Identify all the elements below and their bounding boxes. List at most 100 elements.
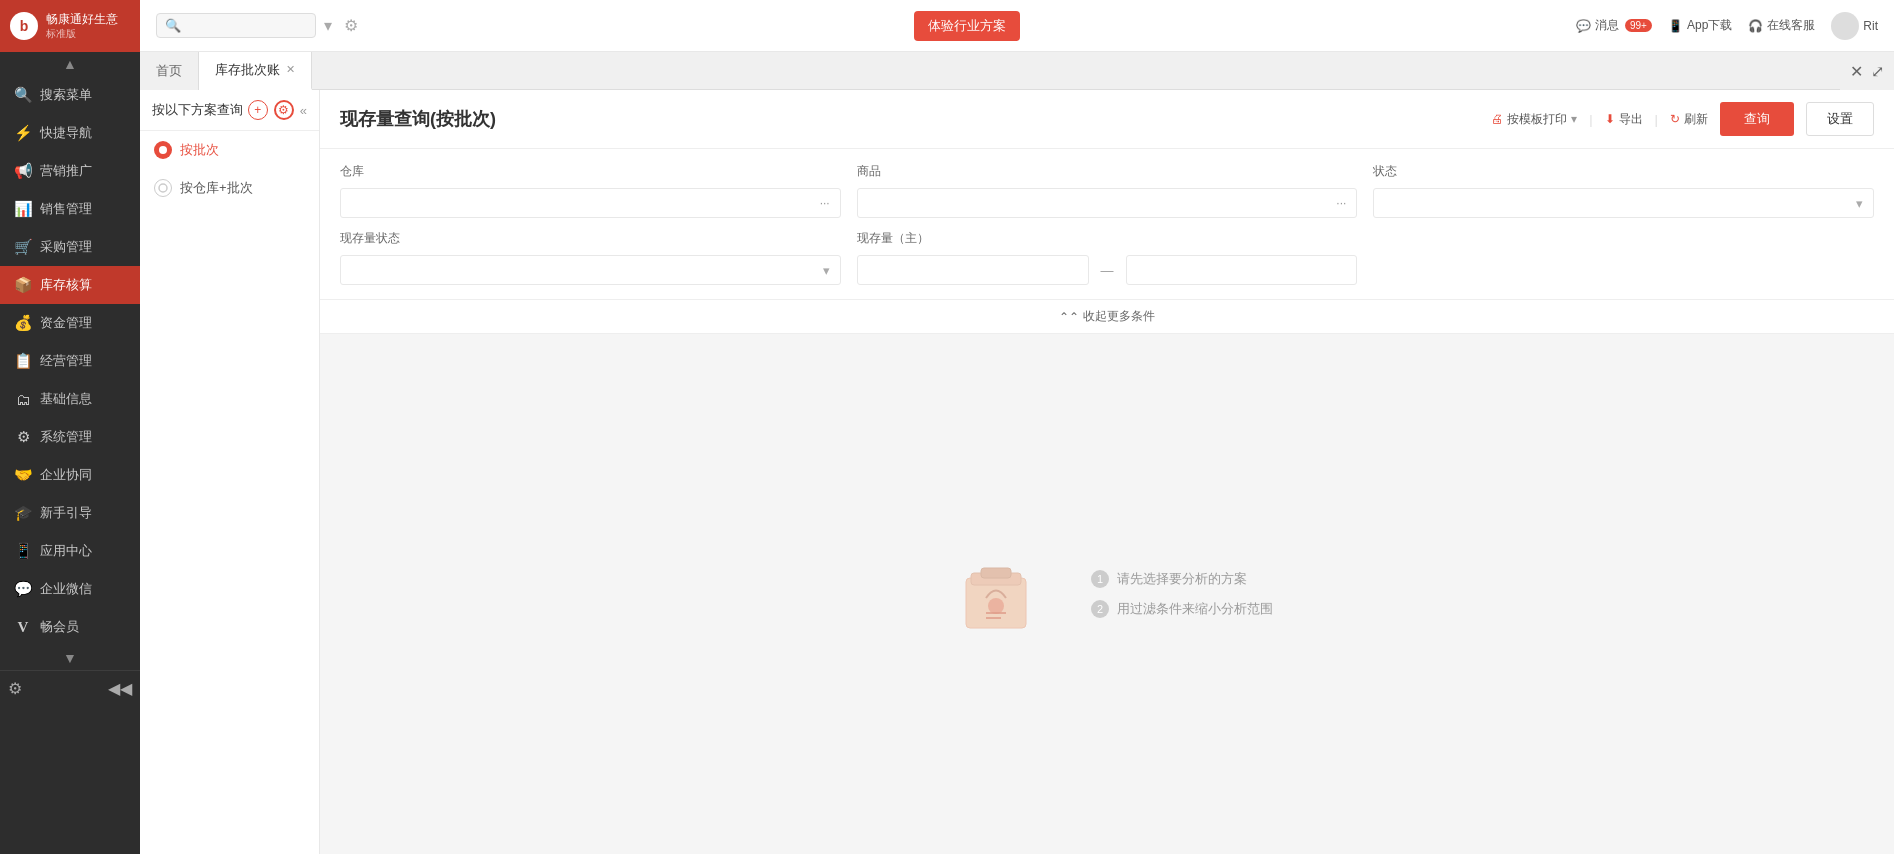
service-icon: 🎧 (1748, 19, 1763, 33)
sidebar-header: b 畅康通好生意 标准版 (0, 0, 140, 52)
inv-status-dropdown-arrow[interactable]: ▾ (823, 263, 830, 278)
mobile-icon: 📱 (14, 542, 32, 560)
sidebar-item-label-finance: 资金管理 (40, 314, 92, 332)
print-label: 按模板打印 (1507, 111, 1567, 128)
plan-warehouse-batch-label: 按仓库+批次 (180, 179, 253, 197)
print-dropdown-arrow[interactable]: ▾ (1571, 112, 1577, 126)
sidebar-item-enterprise[interactable]: 🤝 企业协同 (0, 456, 140, 494)
sidebar-item-basic[interactable]: 🗂 基础信息 (0, 380, 140, 418)
left-panel-header: 按以下方案查询 + ⚙ « (140, 90, 319, 131)
tab-batch-account[interactable]: 库存批次账 ✕ (199, 52, 312, 90)
close-all-icon[interactable]: ✕ (1850, 62, 1863, 81)
app-download-button[interactable]: 📱 App下载 (1668, 17, 1732, 34)
collapse-left-panel-button[interactable]: « (300, 103, 307, 118)
warehouse-field: 仓库 ··· (340, 163, 841, 218)
inventory-status-select[interactable]: ▾ (340, 255, 841, 285)
left-panel-title: 按以下方案查询 (152, 101, 243, 119)
status-select[interactable]: ▾ (1373, 188, 1874, 218)
tab-home[interactable]: 首页 (140, 52, 199, 90)
plan-item-batch[interactable]: 按批次 (140, 131, 319, 169)
sidebar-item-weixin[interactable]: 💬 企业微信 (0, 570, 140, 608)
experience-button[interactable]: 体验行业方案 (914, 11, 1020, 41)
add-plan-button[interactable]: + (248, 100, 268, 120)
lightning-icon: ⚡ (14, 124, 32, 142)
sidebar-item-purchase[interactable]: 🛒 采购管理 (0, 228, 140, 266)
inventory-status-label: 现存量状态 (340, 230, 841, 247)
svg-point-0 (159, 146, 167, 154)
scroll-up-arrow[interactable]: ▲ (0, 52, 140, 76)
plan-item-warehouse-batch[interactable]: 按仓库+批次 (140, 169, 319, 207)
app-edition: 标准版 (46, 27, 118, 41)
dropdown-arrow[interactable]: ▾ (324, 16, 332, 35)
folder-icon: 🗂 (14, 390, 32, 408)
status-dropdown-arrow[interactable]: ▾ (1856, 196, 1863, 211)
tab-close-icon[interactable]: ✕ (286, 64, 295, 75)
messages-button[interactable]: 💬 消息 99+ (1576, 17, 1652, 34)
sidebar-item-finance[interactable]: 💰 资金管理 (0, 304, 140, 342)
expand-icon[interactable]: ⤢ (1871, 62, 1884, 81)
sidebar-item-shortcut[interactable]: ⚡ 快捷导航 (0, 114, 140, 152)
user-name: Rit (1863, 19, 1878, 33)
sidebar-item-operation[interactable]: 📋 经营管理 (0, 342, 140, 380)
settings-header-icon[interactable]: ⚙ (344, 16, 358, 35)
vip-icon: V (14, 618, 32, 636)
status-field: 状态 ▾ (1373, 163, 1874, 218)
box-icon: 📦 (14, 276, 32, 294)
collapse-sidebar-icon[interactable]: ◀◀ (108, 679, 132, 698)
export-icon: ⬇ (1605, 112, 1615, 126)
sidebar-item-inventory[interactable]: 📦 库存核算 (0, 266, 140, 304)
user-profile[interactable]: Rit (1831, 12, 1878, 40)
refresh-icon: ↻ (1670, 112, 1680, 126)
divider1: | (1589, 112, 1592, 127)
settings-icon[interactable]: ⚙ (8, 679, 22, 698)
print-button[interactable]: 🖨 按模板打印 ▾ (1491, 111, 1577, 128)
page-header-actions: 🖨 按模板打印 ▾ | ⬇ 导出 | ↻ 刷新 查询 (1491, 102, 1874, 136)
inventory-qty-from[interactable] (857, 255, 1089, 285)
inventory-status-field: 现存量状态 ▾ (340, 230, 841, 285)
sidebar-item-label-operation: 经营管理 (40, 352, 92, 370)
sidebar-item-label-shortcut: 快捷导航 (40, 124, 92, 142)
filter-settings-button[interactable]: 设置 (1806, 102, 1874, 136)
sidebar-item-appstore[interactable]: 📱 应用中心 (0, 532, 140, 570)
sidebar-bottom: ⚙ ◀◀ (0, 670, 140, 706)
tip-num-1: 1 (1091, 570, 1109, 588)
sidebar-item-label-search: 搜索菜单 (40, 86, 92, 104)
sidebar-item-search[interactable]: 🔍 搜索菜单 (0, 76, 140, 114)
search-input[interactable] (185, 19, 305, 33)
svg-point-1 (159, 184, 167, 192)
online-service-button[interactable]: 🎧 在线客服 (1748, 17, 1815, 34)
warehouse-label: 仓库 (340, 163, 841, 180)
chart-icon: 📊 (14, 200, 32, 218)
search-icon-header: 🔍 (165, 18, 181, 33)
sidebar-item-marketing[interactable]: 📢 营销推广 (0, 152, 140, 190)
sidebar-item-newbie[interactable]: 🎓 新手引导 (0, 494, 140, 532)
goods-input[interactable]: ··· (857, 188, 1358, 218)
plan-settings-button[interactable]: ⚙ (274, 100, 294, 120)
sidebar-item-label-appstore: 应用中心 (40, 542, 92, 560)
refresh-button[interactable]: ↻ 刷新 (1670, 111, 1708, 128)
export-button[interactable]: ⬇ 导出 (1605, 111, 1643, 128)
warehouse-input[interactable]: ··· (340, 188, 841, 218)
user-avatar (1831, 12, 1859, 40)
sidebar-item-sales[interactable]: 📊 销售管理 (0, 190, 140, 228)
global-search[interactable]: 🔍 (156, 13, 316, 38)
header-center: 体验行业方案 (914, 11, 1020, 41)
megaphone-icon: 📢 (14, 162, 32, 180)
sidebar-item-label-newbie: 新手引导 (40, 504, 92, 522)
collapse-row[interactable]: ⌃⌃ 收起更多条件 (320, 300, 1894, 334)
sidebar-item-label-system: 系统管理 (40, 428, 92, 446)
tip-text-1: 请先选择要分析的方案 (1117, 570, 1247, 588)
cart-icon: 🛒 (14, 238, 32, 256)
query-button[interactable]: 查询 (1720, 102, 1794, 136)
filter-area: 仓库 ··· 商品 ··· (320, 149, 1894, 300)
sidebar-item-member[interactable]: V 畅会员 (0, 608, 140, 646)
sidebar-item-system[interactable]: ⚙ 系统管理 (0, 418, 140, 456)
warehouse-more-icon[interactable]: ··· (820, 196, 830, 210)
inventory-qty-to[interactable] (1126, 255, 1358, 285)
page-title: 现存量查询(按批次) (340, 107, 496, 131)
sidebar-item-label-member: 畅会员 (40, 618, 79, 636)
messages-label: 消息 (1595, 17, 1619, 34)
inactive-plan-indicator (154, 179, 172, 197)
scroll-down-arrow[interactable]: ▼ (0, 646, 140, 670)
goods-more-icon[interactable]: ··· (1336, 196, 1346, 210)
